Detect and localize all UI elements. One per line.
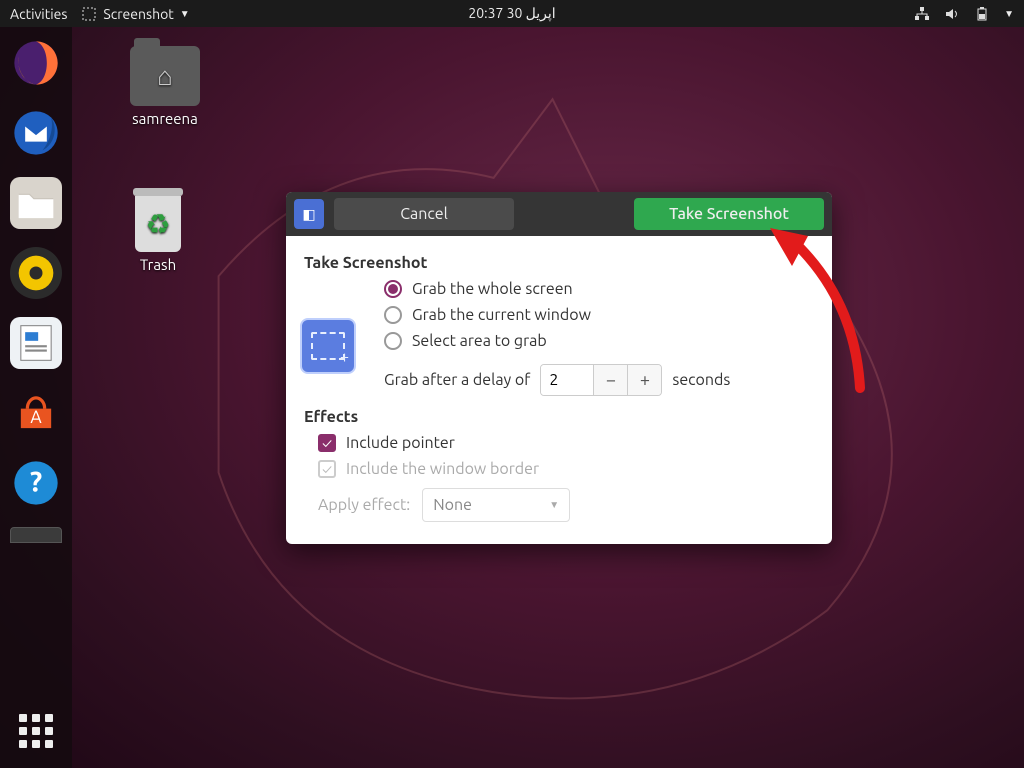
network-icon [914,6,930,22]
radio-current-window[interactable]: Grab the current window [384,306,814,324]
delay-row: Grab after a delay of − + seconds [384,364,814,396]
apply-effect-label: Apply effect: [318,496,410,514]
app-menu[interactable]: Screenshot ▼ [81,6,189,22]
rhythmbox-icon[interactable] [10,247,62,299]
delay-input[interactable] [541,365,593,395]
dialog-header: ◧ Cancel Take Screenshot [286,192,832,236]
delay-increment[interactable]: + [627,365,661,395]
section-effects: Effects [304,408,814,426]
libreoffice-writer-icon[interactable] [10,317,62,369]
dock: A ? [0,27,72,768]
radio-icon [384,306,402,324]
combo-value: None [433,496,472,514]
checkbox-include-pointer[interactable]: ✓ Include pointer [318,434,814,452]
checkbox-include-border: ✓ Include the window border [318,460,814,478]
checkbox-label: Include pointer [346,434,455,452]
selection-preview-icon [300,318,356,374]
ubuntu-software-icon[interactable]: A [10,387,62,439]
top-bar: Activities Screenshot ▼ 20:37 اپریل 30 ▼ [0,0,1024,27]
activities-button[interactable]: Activities [10,6,67,22]
volume-icon [944,6,960,22]
files-icon[interactable] [10,177,62,229]
checkbox-icon: ✓ [318,434,336,452]
radio-icon [384,332,402,350]
section-take-screenshot: Take Screenshot [304,254,814,272]
delay-decrement[interactable]: − [593,365,627,395]
radio-label: Select area to grab [412,332,547,350]
window-preview[interactable] [10,527,62,543]
take-screenshot-button[interactable]: Take Screenshot [634,198,824,230]
radio-whole-screen[interactable]: Grab the whole screen [384,280,814,298]
delay-suffix: seconds [672,371,730,389]
screenshot-dialog: ◧ Cancel Take Screenshot Take Screenshot… [286,192,832,544]
delay-prefix: Grab after a delay of [384,371,530,389]
checkbox-icon: ✓ [318,460,336,478]
app-menu-label: Screenshot [103,6,173,22]
svg-text:?: ? [30,467,42,498]
apply-effect-combo: None ▼ [422,488,570,522]
apply-effect-row: Apply effect: None ▼ [318,488,814,522]
screenshot-app-icon: ◧ [294,199,324,229]
checkbox-label: Include the window border [346,460,539,478]
radio-icon [384,280,402,298]
radio-label: Grab the whole screen [412,280,573,298]
chevron-down-icon: ▼ [1004,8,1014,20]
thunderbird-icon[interactable] [10,107,62,159]
cancel-button[interactable]: Cancel [334,198,514,230]
firefox-icon[interactable] [10,37,62,89]
chevron-down-icon: ▼ [180,8,190,20]
delay-spinbox[interactable]: − + [540,364,662,396]
system-tray[interactable]: ▼ [914,6,1014,22]
radio-label: Grab the current window [412,306,591,324]
clock[interactable]: 20:37 اپریل 30 [468,5,555,22]
screenshot-icon [81,6,97,22]
svg-text:A: A [30,408,42,427]
chevron-down-icon: ▼ [549,499,559,511]
show-apps-button[interactable] [15,710,57,752]
battery-icon [974,6,990,22]
help-icon[interactable]: ? [10,457,62,509]
radio-select-area[interactable]: Select area to grab [384,332,814,350]
